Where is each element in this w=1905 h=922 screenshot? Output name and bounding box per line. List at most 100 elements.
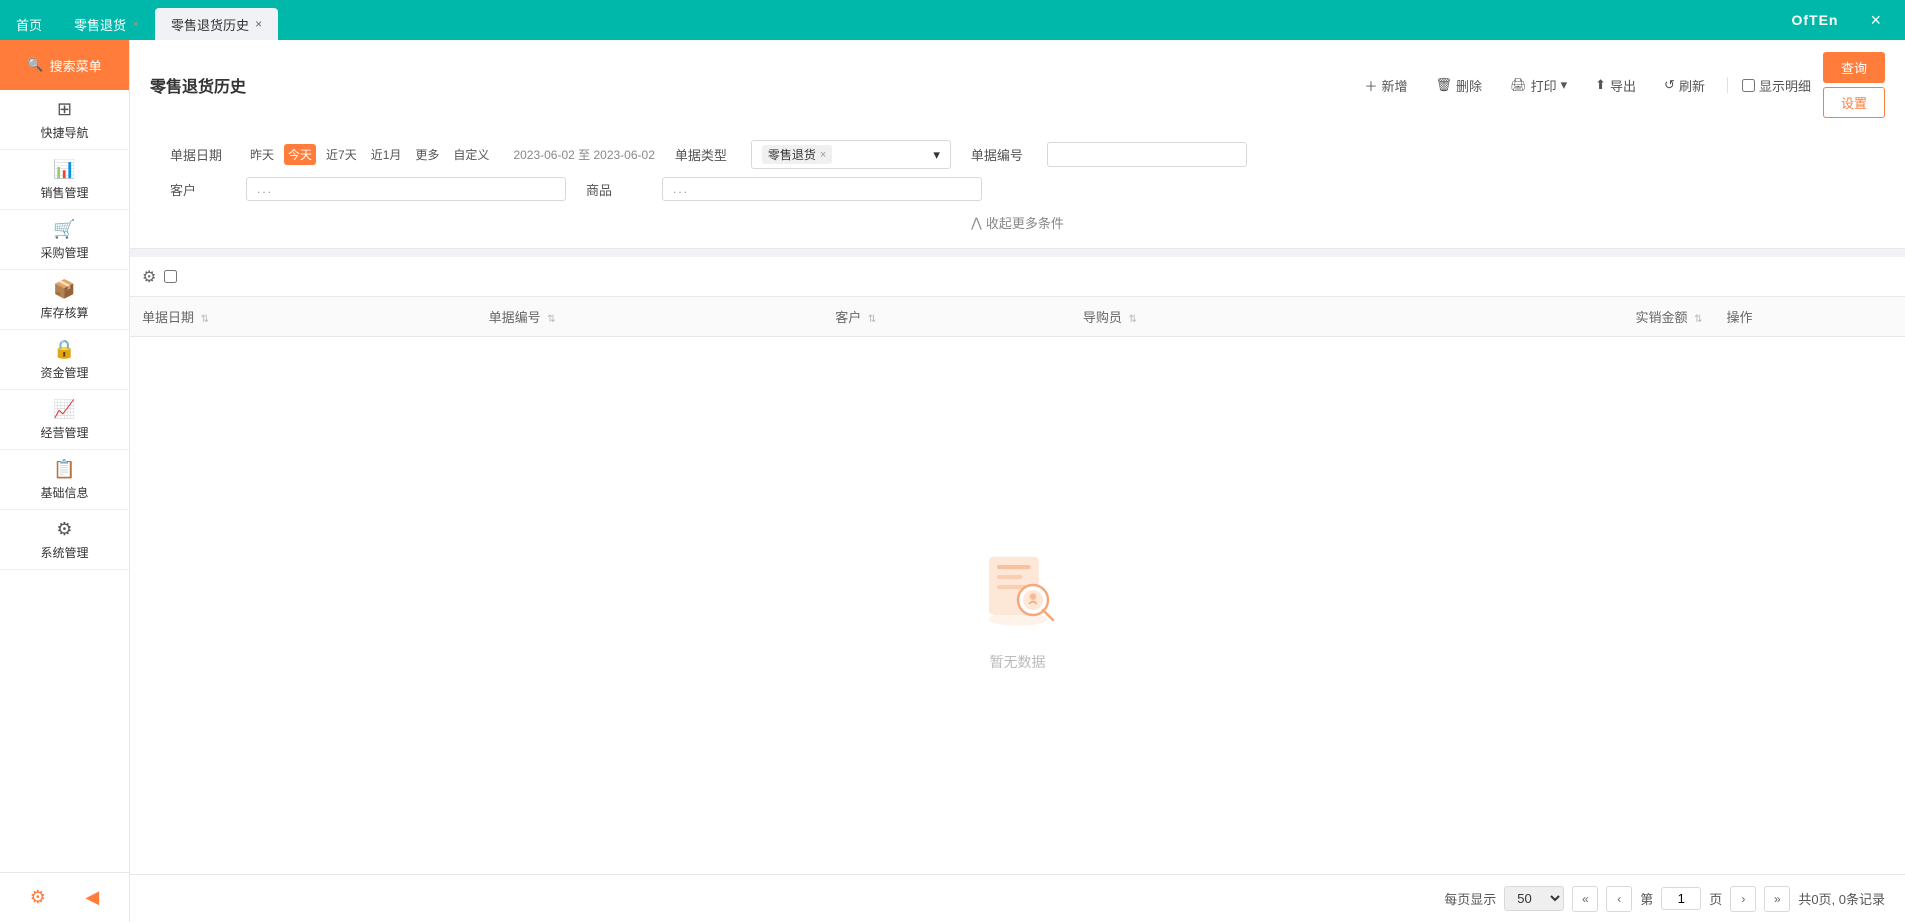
- goods-filter-label: 商品: [586, 180, 642, 199]
- type-filter-chevron-icon: ▾: [933, 147, 940, 163]
- col-action: 操作: [1715, 297, 1905, 337]
- close-tab-retail-return[interactable]: ×: [132, 17, 139, 31]
- tab-retail-return-history[interactable]: 零售退货历史 ×: [155, 8, 278, 40]
- col-guide-sort-icon[interactable]: ⇅: [1128, 314, 1136, 325]
- sidebar-item-purchase[interactable]: 🛒 采购管理: [0, 210, 129, 270]
- sidebar-item-basic-info[interactable]: 📋 基础信息: [0, 450, 129, 510]
- print-button[interactable]: 🖨 打印 ▾: [1502, 72, 1575, 99]
- purchase-icon: 🛒: [53, 219, 75, 240]
- sidebar-item-sales-label: 销售管理: [40, 184, 88, 201]
- setting-button[interactable]: 设置: [1823, 87, 1885, 118]
- goods-filter-select[interactable]: ...: [662, 177, 982, 201]
- brand-logo: OfTEn: [1775, 12, 1854, 28]
- table-container: ⚙ 单据日期 ⇅ 单据编号 ⇅ 客户: [130, 257, 1905, 922]
- col-date-sort-icon[interactable]: ⇅: [201, 314, 209, 325]
- shortcut-today[interactable]: 今天: [284, 144, 316, 165]
- shortcut-yesterday[interactable]: 昨天: [246, 144, 278, 165]
- filter-expand-btn[interactable]: ⋀ 收起更多条件: [170, 209, 1865, 238]
- empty-text: 暂无数据: [990, 652, 1046, 672]
- pagination-next-button[interactable]: ›: [1730, 886, 1756, 912]
- query-button[interactable]: 查询: [1823, 52, 1885, 83]
- sidebar-collapse-button[interactable]: ◀: [85, 887, 99, 908]
- col-date-label: 单据日期: [142, 310, 194, 325]
- search-icon: 🔍: [27, 57, 43, 73]
- system-icon: ⚙: [56, 519, 72, 540]
- total-count: 共0页, 0条记录: [1798, 889, 1885, 908]
- search-menu-button[interactable]: 🔍 搜索菜单: [0, 40, 129, 90]
- main-layout: 🔍 搜索菜单 ⊞ 快捷导航 📊 销售管理 🛒 采购管理 📦 库存核算 🔒: [0, 40, 1905, 922]
- delete-button[interactable]: 🗑 删除: [1428, 72, 1491, 99]
- col-customer-label: 客户: [835, 310, 861, 325]
- pagination-first-button[interactable]: «: [1572, 886, 1598, 912]
- show-detail-checkbox[interactable]: [1742, 79, 1755, 92]
- customer-filter-select[interactable]: ...: [246, 177, 566, 201]
- finance-icon: 🔒: [53, 339, 75, 360]
- per-page-select[interactable]: 50 10 20 100: [1504, 886, 1564, 911]
- col-voucher-label: 单据编号: [489, 310, 541, 325]
- pagination: 每页显示 50 10 20 100 « ‹ 第 1 页 › » 共0页, 0条记…: [130, 874, 1905, 922]
- sidebar-settings-button[interactable]: ⚙: [30, 887, 46, 908]
- window-close-button[interactable]: ×: [1862, 10, 1889, 31]
- page-number-input[interactable]: 1: [1661, 887, 1701, 910]
- voucher-filter-input[interactable]: [1047, 142, 1247, 167]
- topbar: 首页 零售退货 × 零售退货历史 × OfTEn ×: [0, 0, 1905, 40]
- col-voucher: 单据编号 ⇅: [477, 297, 824, 337]
- empty-icon: [968, 540, 1068, 640]
- sidebar-item-operations-label: 经营管理: [40, 424, 88, 441]
- type-filter-tag-close[interactable]: ×: [820, 149, 826, 161]
- filter-row-2: 客户 ... 商品 ...: [170, 177, 1865, 201]
- col-voucher-sort-icon[interactable]: ⇅: [547, 314, 555, 325]
- type-filter-select[interactable]: 零售退货 × ▾: [751, 140, 951, 169]
- sidebar-item-system-label: 系统管理: [40, 544, 88, 561]
- page-suffix: 页: [1709, 889, 1722, 908]
- new-icon: ＋: [1365, 76, 1378, 95]
- sidebar-item-sales[interactable]: 📊 销售管理: [0, 150, 129, 210]
- date-range-display: 2023-06-02 至 2023-06-02: [513, 146, 654, 163]
- sidebar-item-system[interactable]: ⚙ 系统管理: [0, 510, 129, 570]
- page-title: 零售退货历史: [150, 73, 246, 97]
- search-menu-label: 搜索菜单: [50, 56, 102, 75]
- sidebar-item-finance[interactable]: 🔒 资金管理: [0, 330, 129, 390]
- select-all-checkbox[interactable]: [164, 270, 177, 283]
- type-filter-tag-value: 零售退货: [768, 146, 816, 163]
- tab-retail-return[interactable]: 零售退货 ×: [58, 8, 155, 40]
- col-amount-sort-icon[interactable]: ⇅: [1694, 314, 1702, 325]
- shortcut-custom[interactable]: 自定义: [449, 144, 493, 165]
- sidebar-item-inventory[interactable]: 📦 库存核算: [0, 270, 129, 330]
- inventory-icon: 📦: [53, 279, 75, 300]
- tab-home[interactable]: 首页: [0, 8, 58, 40]
- new-button[interactable]: ＋ 新增: [1357, 72, 1416, 99]
- print-icon: 🖨: [1510, 77, 1527, 93]
- filter-row-1: 单据日期 昨天 今天 近7天 近1月 更多 自定义 2023-06-02 至 2…: [170, 140, 1865, 169]
- pagination-last-button[interactable]: »: [1764, 886, 1790, 912]
- col-guide-label: 导购员: [1083, 310, 1122, 325]
- date-filter-label: 单据日期: [170, 145, 226, 164]
- shortcut-7days[interactable]: 近7天: [322, 144, 361, 165]
- shortcut-1month[interactable]: 近1月: [367, 144, 406, 165]
- export-button[interactable]: ⬆ 导出: [1587, 72, 1644, 99]
- customer-filter-label: 客户: [170, 180, 226, 199]
- shortcut-more[interactable]: 更多: [411, 144, 443, 165]
- table-settings-icon[interactable]: ⚙: [142, 267, 156, 287]
- delete-label: 删除: [1456, 76, 1482, 95]
- pagination-prev-button[interactable]: ‹: [1606, 886, 1632, 912]
- close-tab-retail-return-history[interactable]: ×: [255, 17, 262, 31]
- sidebar-item-finance-label: 资金管理: [40, 364, 88, 381]
- collapse-label: 收起更多条件: [986, 213, 1064, 232]
- refresh-button[interactable]: ↺ 刷新: [1656, 72, 1713, 99]
- sidebar-items: ⊞ 快捷导航 📊 销售管理 🛒 采购管理 📦 库存核算 🔒 资金管理 📈: [0, 90, 129, 872]
- show-detail-checkbox-label[interactable]: 显示明细: [1742, 76, 1811, 95]
- sidebar-item-basic-info-label: 基础信息: [40, 484, 88, 501]
- sidebar-item-purchase-label: 采购管理: [40, 244, 88, 261]
- page-label: 第: [1640, 889, 1653, 908]
- sidebar-item-operations[interactable]: 📈 经营管理: [0, 390, 129, 450]
- page-header-top: 零售退货历史 ＋ 新增 🗑 删除 🖨 打印 ▾: [150, 52, 1885, 118]
- col-customer: 客户 ⇅: [823, 297, 1071, 337]
- table-head: 单据日期 ⇅ 单据编号 ⇅ 客户 ⇅ 导购员 ⇅: [130, 297, 1905, 337]
- table-toolbar: ⚙: [130, 257, 1905, 297]
- print-label: 打印: [1531, 76, 1557, 95]
- collapse-icon: ⋀: [971, 215, 982, 231]
- tab-retail-return-history-label: 零售退货历史: [171, 15, 249, 34]
- col-customer-sort-icon[interactable]: ⇅: [868, 314, 876, 325]
- sidebar-item-quick-nav[interactable]: ⊞ 快捷导航: [0, 90, 129, 150]
